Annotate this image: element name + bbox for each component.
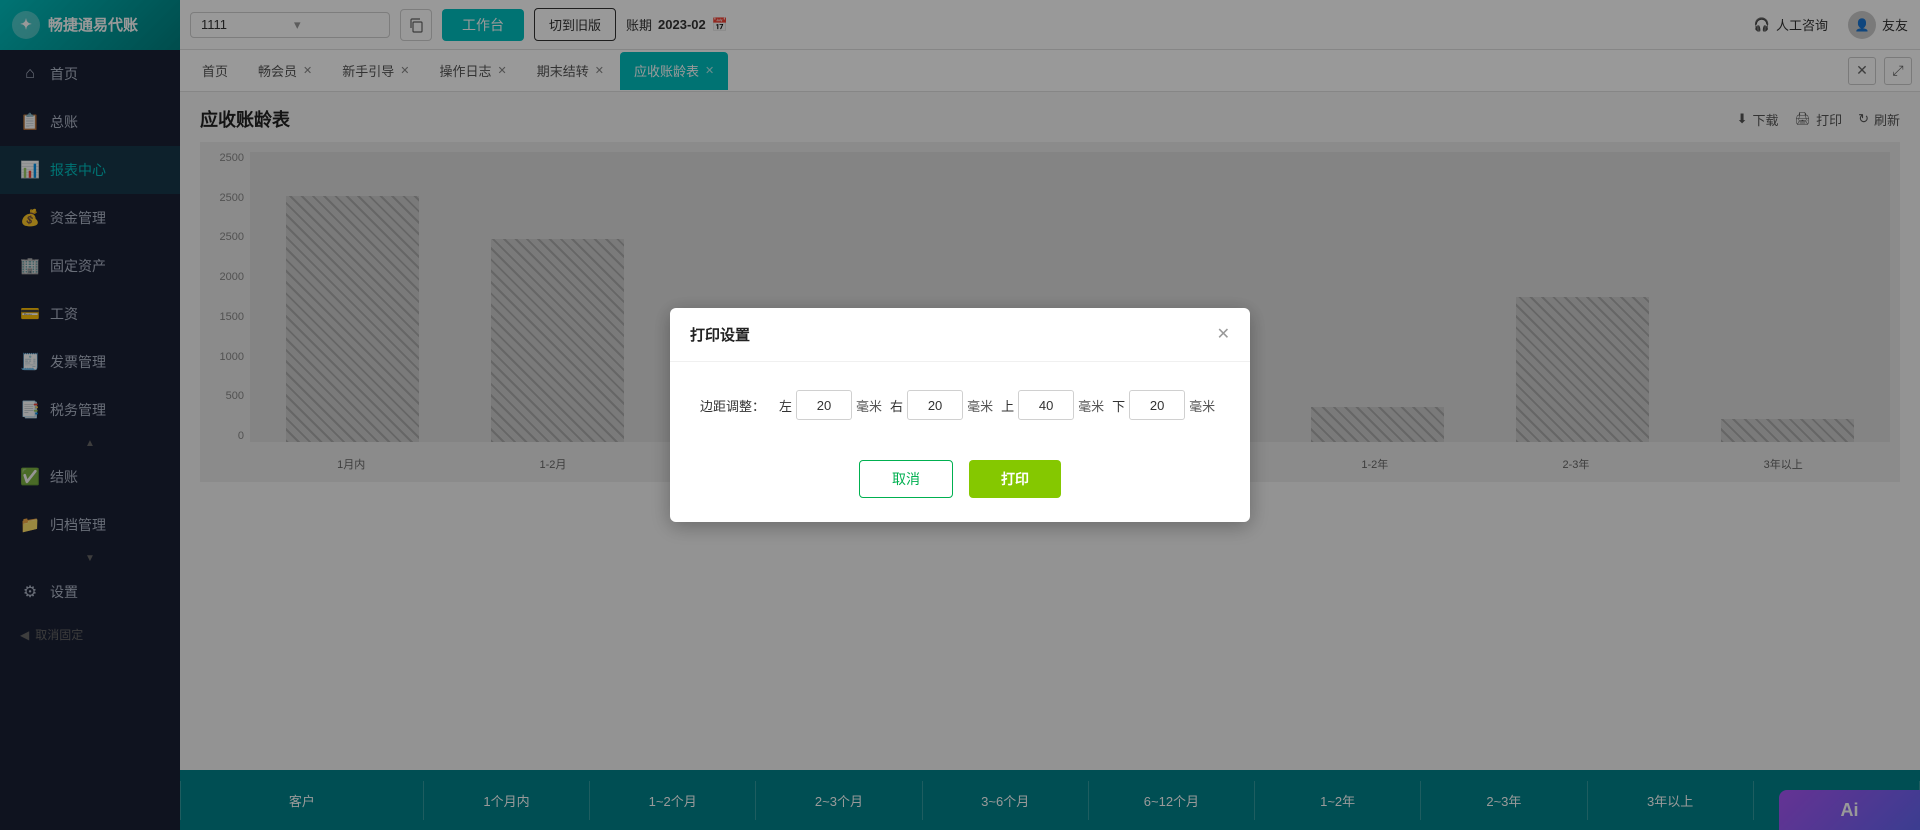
right-label: 右 (890, 396, 903, 415)
top-unit: 毫米 (1078, 396, 1104, 415)
margin-right-group: 右 毫米 (890, 390, 993, 420)
dialog-body: 边距调整： 左 毫米 右 毫米 上 毫米 下 (670, 362, 1250, 448)
right-unit: 毫米 (967, 396, 993, 415)
margin-left-group: 左 毫米 (779, 390, 882, 420)
margin-label: 边距调整： (700, 396, 765, 415)
dialog-close-button[interactable]: ✕ (1217, 327, 1230, 343)
right-margin-input[interactable] (907, 390, 963, 420)
margin-bottom-group: 下 毫米 (1112, 390, 1215, 420)
print-confirm-button[interactable]: 打印 (969, 460, 1061, 498)
dialog-footer: 取消 打印 (670, 448, 1250, 522)
top-margin-input[interactable] (1018, 390, 1074, 420)
margin-row: 边距调整： 左 毫米 右 毫米 上 毫米 下 (700, 390, 1220, 420)
left-margin-input[interactable] (796, 390, 852, 420)
print-settings-dialog: 打印设置 ✕ 边距调整： 左 毫米 右 毫米 上 毫米 (670, 308, 1250, 522)
margin-top-group: 上 毫米 (1001, 390, 1104, 420)
cancel-button[interactable]: 取消 (859, 460, 953, 498)
left-unit: 毫米 (856, 396, 882, 415)
dialog-title: 打印设置 (690, 324, 750, 345)
dialog-overlay[interactable]: 打印设置 ✕ 边距调整： 左 毫米 右 毫米 上 毫米 (0, 0, 1920, 830)
bottom-unit: 毫米 (1189, 396, 1215, 415)
left-label: 左 (779, 396, 792, 415)
bottom-margin-input[interactable] (1129, 390, 1185, 420)
bottom-label: 下 (1112, 396, 1125, 415)
dialog-header: 打印设置 ✕ (670, 308, 1250, 362)
top-label: 上 (1001, 396, 1014, 415)
